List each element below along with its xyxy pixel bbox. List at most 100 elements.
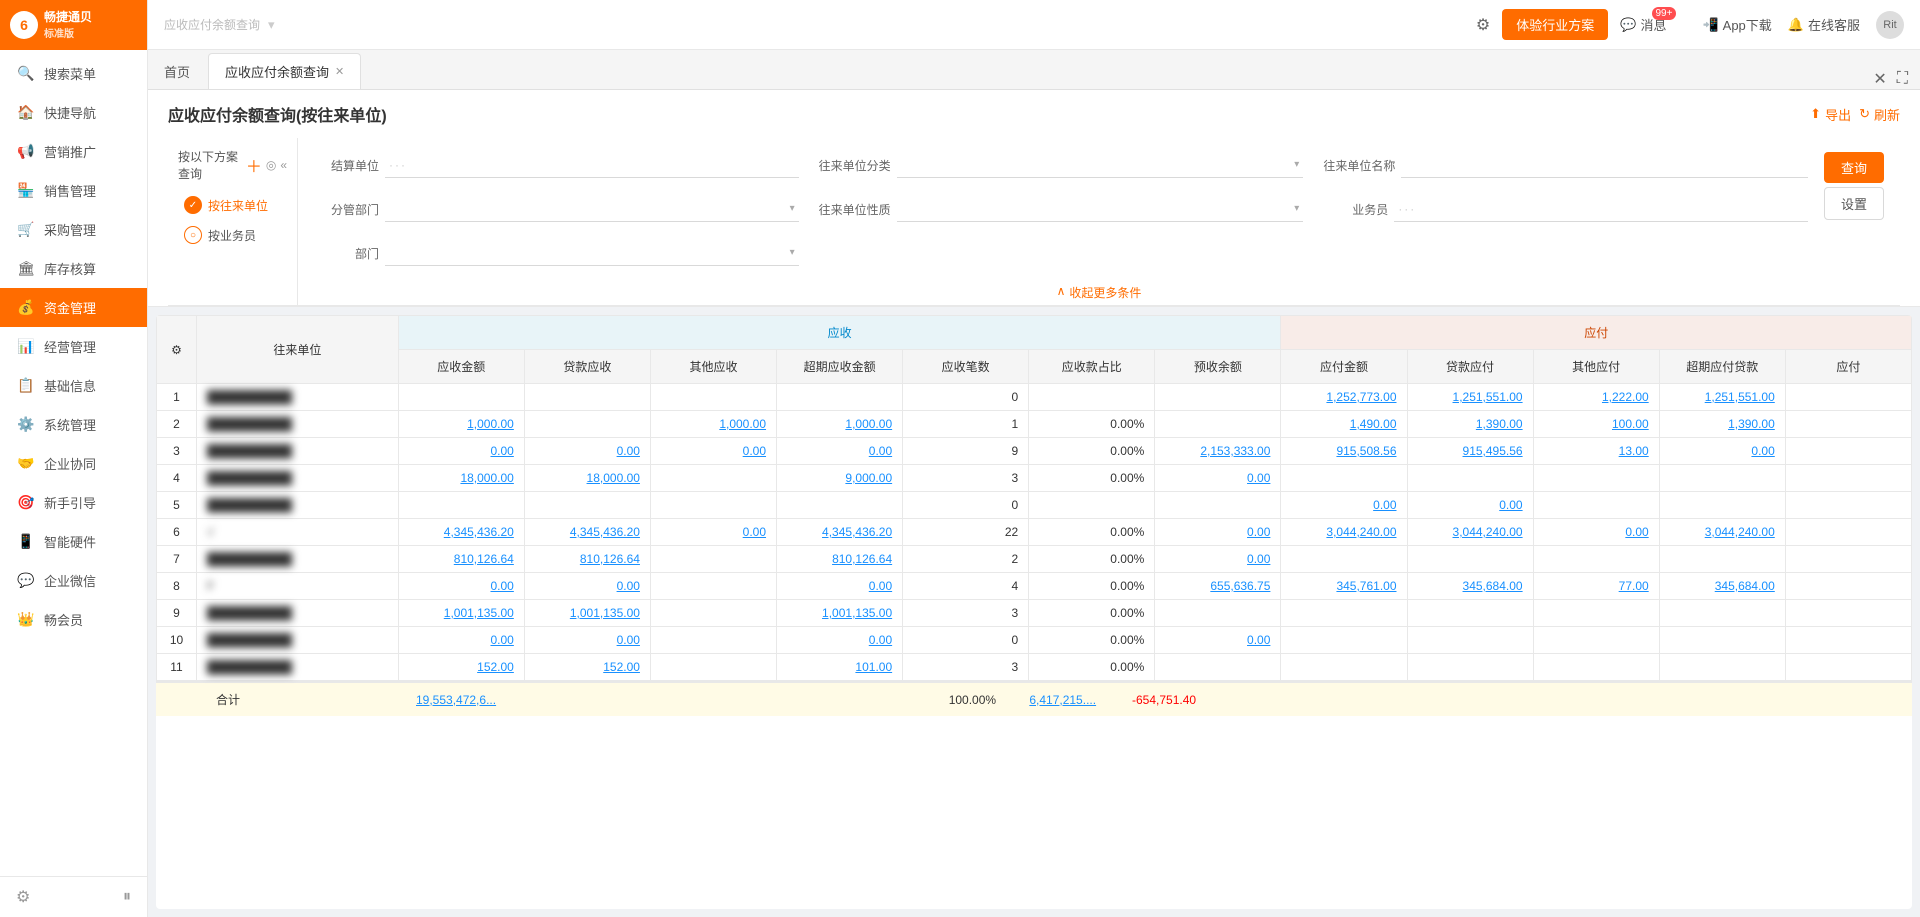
ap-loan-cell[interactable]: 0.00 (1407, 492, 1533, 519)
ar-overdue-cell[interactable]: 810,126.64 (777, 546, 903, 573)
dept-manage-input[interactable]: ▾ (385, 196, 799, 222)
ap-other-cell[interactable]: 100.00 (1533, 411, 1659, 438)
sidebar-item-search[interactable]: 🔍 搜索菜单 (0, 54, 147, 93)
header-gear-icon[interactable]: ⚙ (1476, 15, 1490, 35)
tab-fullscreen-icon[interactable]: ⛶ (1897, 70, 1908, 88)
ap-loan-cell[interactable]: 1,251,551.00 (1407, 384, 1533, 411)
sidebar-item-quick[interactable]: 🏠 快捷导航 (0, 93, 147, 132)
sidebar-item-marketing[interactable]: 📢 营销推广 (0, 132, 147, 171)
tab-close-window-icon[interactable]: ✕ (1873, 69, 1886, 89)
ap-other-cell[interactable]: 0.00 (1533, 519, 1659, 546)
ar-other-cell[interactable]: 0.00 (650, 438, 776, 465)
sidebar-item-purchase[interactable]: 🛒 采购管理 (0, 210, 147, 249)
ar-loan-cell[interactable]: 18,000.00 (524, 465, 650, 492)
ap-overdue-cell[interactable]: 1,251,551.00 (1659, 384, 1785, 411)
ap-overdue-cell[interactable]: 0.00 (1659, 438, 1785, 465)
ar-overdue-cell[interactable]: 4,345,436.20 (777, 519, 903, 546)
sidebar-item-collab[interactable]: 🤝 企业协同 (0, 444, 147, 483)
settings-btn[interactable]: 设置 (1824, 187, 1884, 220)
settings-bottom-icon[interactable]: ⚙ (16, 887, 30, 907)
prepaid-cell[interactable]: 655,636.75 (1155, 573, 1281, 600)
tab-close-icon[interactable]: ✕ (335, 65, 344, 78)
ap-loan-cell[interactable]: 345,684.00 (1407, 573, 1533, 600)
prepaid-cell[interactable]: 0.00 (1155, 627, 1281, 654)
ar-amount-cell[interactable]: 1,001,135.00 (398, 600, 524, 627)
ar-amount-cell[interactable]: 0.00 (398, 627, 524, 654)
sidebar-item-hardware[interactable]: 📱 智能硬件 (0, 522, 147, 561)
sidebar-item-system[interactable]: ⚙️ 系统管理 (0, 405, 147, 444)
ar-amount-cell[interactable]: 152.00 (398, 654, 524, 681)
ar-other-cell[interactable]: 1,000.00 (650, 411, 776, 438)
partner-nature-input[interactable]: ▾ (897, 196, 1304, 222)
ap-amount-cell[interactable]: 1,252,773.00 (1281, 384, 1407, 411)
partner-name-input[interactable] (1401, 152, 1808, 178)
tab-arb-query[interactable]: 应收应付余额查询 ✕ (208, 53, 361, 89)
ar-amount-cell[interactable]: 0.00 (398, 573, 524, 600)
ap-overdue-cell[interactable]: 3,044,240.00 (1659, 519, 1785, 546)
salesperson-input[interactable]: ··· (1394, 196, 1808, 222)
collapse-row[interactable]: ∧ 收起更多条件 (314, 280, 1884, 305)
dept-input[interactable]: ▾ (385, 240, 799, 266)
ar-loan-cell[interactable]: 0.00 (524, 573, 650, 600)
ap-other-cell[interactable]: 77.00 (1533, 573, 1659, 600)
app-download-btn[interactable]: 📲 App下载 (1702, 15, 1771, 34)
ap-loan-cell[interactable]: 915,495.56 (1407, 438, 1533, 465)
query-option-company[interactable]: ✓ 按往来单位 (168, 190, 297, 220)
online-service-btn[interactable]: 🔔 在线客服 (1788, 15, 1860, 34)
ap-amount-cell[interactable]: 3,044,240.00 (1281, 519, 1407, 546)
prepaid-cell[interactable]: 0.00 (1155, 519, 1281, 546)
ar-loan-cell[interactable]: 0.00 (524, 438, 650, 465)
sidebar-item-basic[interactable]: 📋 基础信息 (0, 366, 147, 405)
message-btn[interactable]: 💬 消息 99+ (1620, 15, 1666, 34)
ap-other-cell[interactable]: 13.00 (1533, 438, 1659, 465)
ar-overdue-cell[interactable]: 1,000.00 (777, 411, 903, 438)
ap-loan-cell[interactable]: 3,044,240.00 (1407, 519, 1533, 546)
ap-other-cell[interactable]: 1,222.00 (1533, 384, 1659, 411)
prepaid-cell[interactable]: 0.00 (1155, 465, 1281, 492)
ar-overdue-cell[interactable]: 0.00 (777, 573, 903, 600)
ap-loan-cell[interactable]: 1,390.00 (1407, 411, 1533, 438)
ap-overdue-cell[interactable]: 345,684.00 (1659, 573, 1785, 600)
sidebar-item-finance[interactable]: 💰 资金管理 (0, 288, 147, 327)
ap-amount-cell[interactable]: 915,508.56 (1281, 438, 1407, 465)
ar-overdue-cell[interactable]: 0.00 (777, 438, 903, 465)
ap-amount-cell[interactable]: 0.00 (1281, 492, 1407, 519)
filter-collapse-left-icon[interactable]: « (280, 158, 287, 172)
query-option-staff[interactable]: ○ 按业务员 (168, 220, 297, 250)
settings-col-header[interactable]: ⚙ (157, 316, 197, 384)
ar-amount-cell[interactable]: 1,000.00 (398, 411, 524, 438)
solution-btn[interactable]: 体验行业方案 (1502, 9, 1608, 40)
user-avatar[interactable]: Rit (1876, 11, 1904, 39)
ar-amount-cell[interactable]: 18,000.00 (398, 465, 524, 492)
prepaid-cell[interactable]: 0.00 (1155, 546, 1281, 573)
ar-other-cell[interactable]: 0.00 (650, 519, 776, 546)
ar-loan-cell[interactable]: 810,126.64 (524, 546, 650, 573)
ar-loan-cell[interactable]: 4,345,436.20 (524, 519, 650, 546)
ap-amount-cell[interactable]: 1,490.00 (1281, 411, 1407, 438)
ar-loan-cell[interactable]: 0.00 (524, 627, 650, 654)
ap-amount-cell[interactable]: 345,761.00 (1281, 573, 1407, 600)
ar-overdue-cell[interactable]: 9,000.00 (777, 465, 903, 492)
query-btn[interactable]: 查询 (1824, 152, 1884, 183)
sidebar-item-guide[interactable]: 🎯 新手引导 (0, 483, 147, 522)
ar-amount-cell[interactable]: 0.00 (398, 438, 524, 465)
ar-loan-cell[interactable]: 152.00 (524, 654, 650, 681)
sidebar-item-operations[interactable]: 📊 经营管理 (0, 327, 147, 366)
ar-overdue-cell[interactable]: 1,001,135.00 (777, 600, 903, 627)
sidebar-item-weixin[interactable]: 💬 企业微信 (0, 561, 147, 600)
sidebar-item-sales[interactable]: 🏪 销售管理 (0, 171, 147, 210)
settlement-unit-input[interactable]: ··· (385, 152, 799, 178)
ar-overdue-cell[interactable]: 0.00 (777, 627, 903, 654)
footer-prepaid[interactable]: 6,417,215.... (1006, 693, 1106, 707)
filter-add-btn[interactable]: ＋ (246, 153, 262, 177)
sidebar-item-inventory[interactable]: 🏛 库存核算 (0, 249, 147, 288)
footer-ar-amount[interactable]: 19,553,472,6... (406, 693, 506, 707)
sidebar-item-member[interactable]: 👑 畅会员 (0, 600, 147, 639)
collapse-sidebar-icon[interactable]: ⏸ (123, 888, 131, 906)
ap-overdue-cell[interactable]: 1,390.00 (1659, 411, 1785, 438)
partner-category-input[interactable]: ▾ (897, 152, 1304, 178)
ar-amount-cell[interactable]: 810,126.64 (398, 546, 524, 573)
ar-loan-cell[interactable]: 1,001,135.00 (524, 600, 650, 627)
ar-amount-cell[interactable]: 4,345,436.20 (398, 519, 524, 546)
prepaid-cell[interactable]: 2,153,333.00 (1155, 438, 1281, 465)
